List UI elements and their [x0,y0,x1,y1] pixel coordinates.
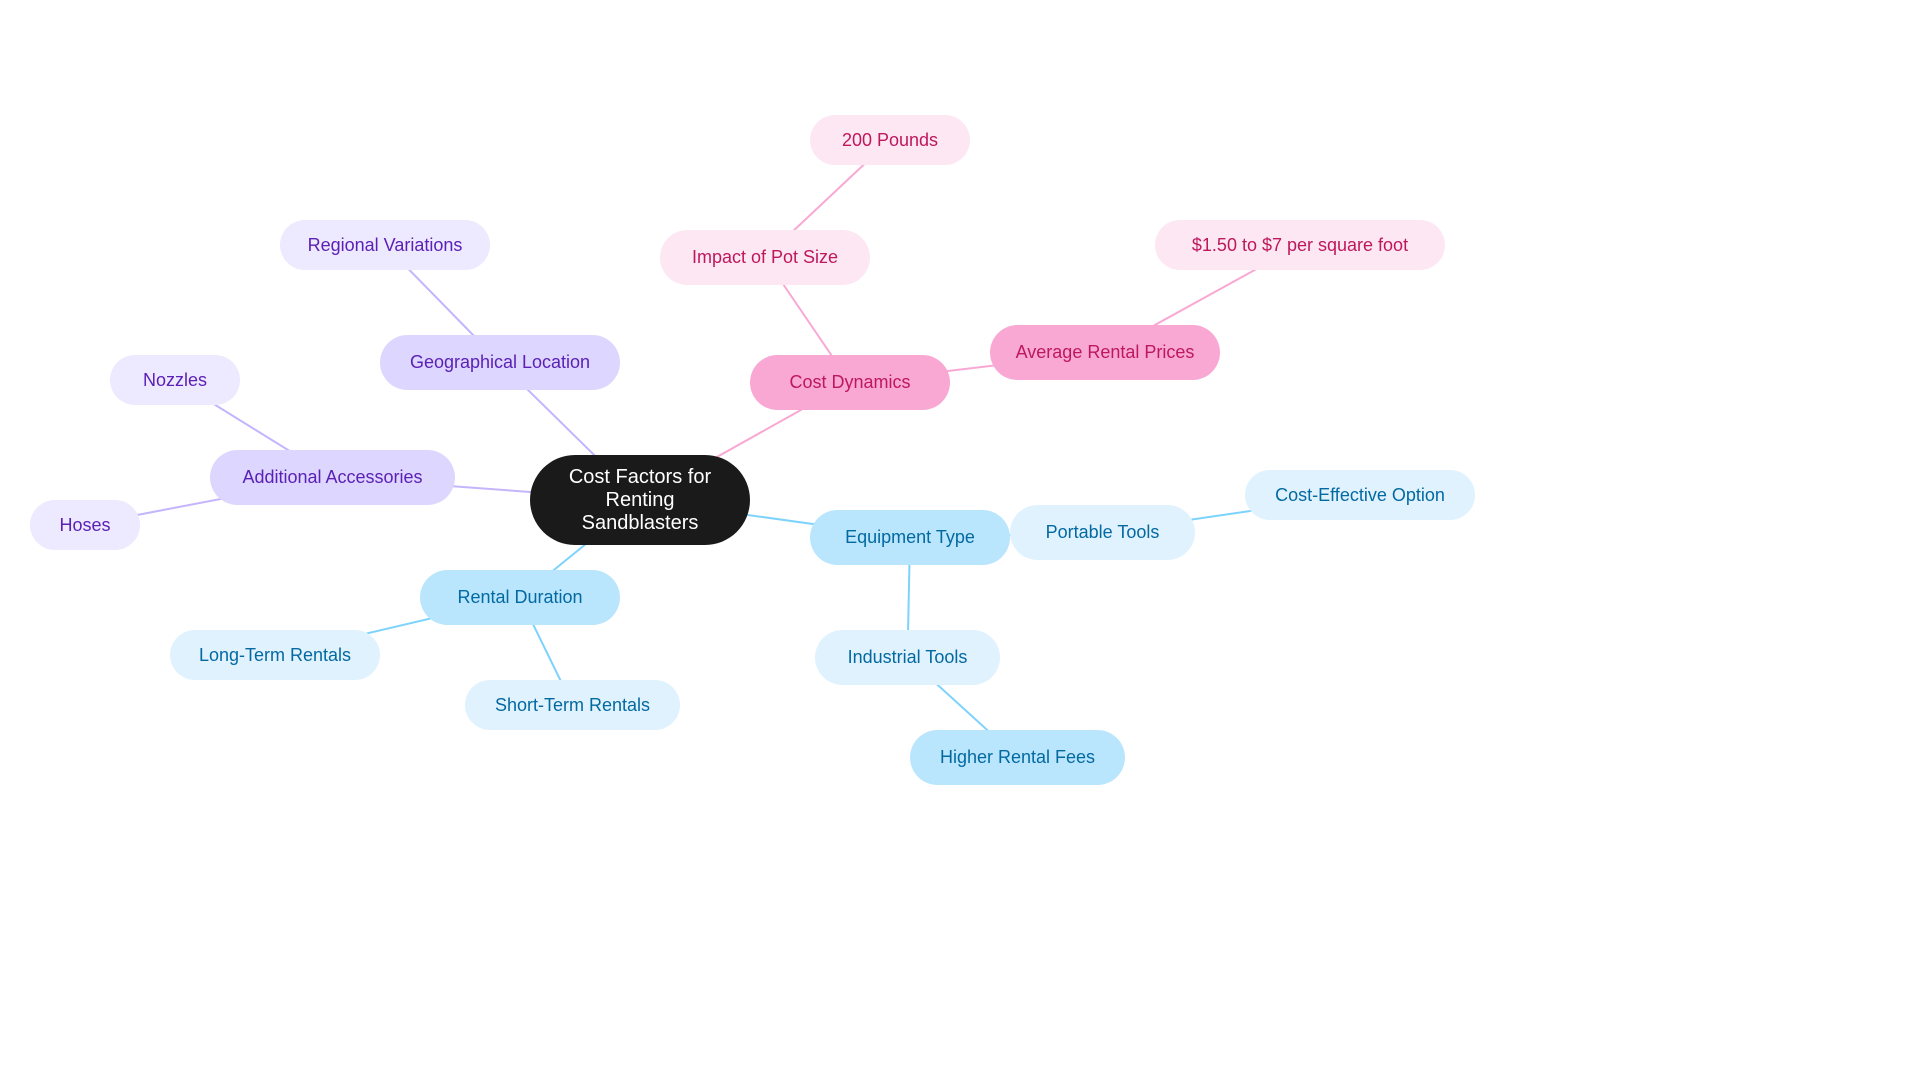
geographical-location-node: Geographical Location [380,335,620,390]
nozzles-node: Nozzles [110,355,240,405]
equipment-type-node: Equipment Type [810,510,1010,565]
hoses-node: Hoses [30,500,140,550]
per-square-foot-node: $1.50 to $7 per square foot [1155,220,1445,270]
long-term-rentals-node: Long-Term Rentals [170,630,380,680]
center-node: Cost Factors for Renting Sandblasters [530,455,750,545]
rental-duration-node: Rental Duration [420,570,620,625]
average-rental-prices-node: Average Rental Prices [990,325,1220,380]
cost-effective-option-node: Cost-Effective Option [1245,470,1475,520]
regional-variations-node: Regional Variations [280,220,490,270]
higher-rental-fees-node: Higher Rental Fees [910,730,1125,785]
industrial-tools-node: Industrial Tools [815,630,1000,685]
impact-pot-size-node: Impact of Pot Size [660,230,870,285]
short-term-rentals-node: Short-Term Rentals [465,680,680,730]
cost-dynamics-node: Cost Dynamics [750,355,950,410]
portable-tools-node: Portable Tools [1010,505,1195,560]
additional-accessories-node: Additional Accessories [210,450,455,505]
pounds200-node: 200 Pounds [810,115,970,165]
